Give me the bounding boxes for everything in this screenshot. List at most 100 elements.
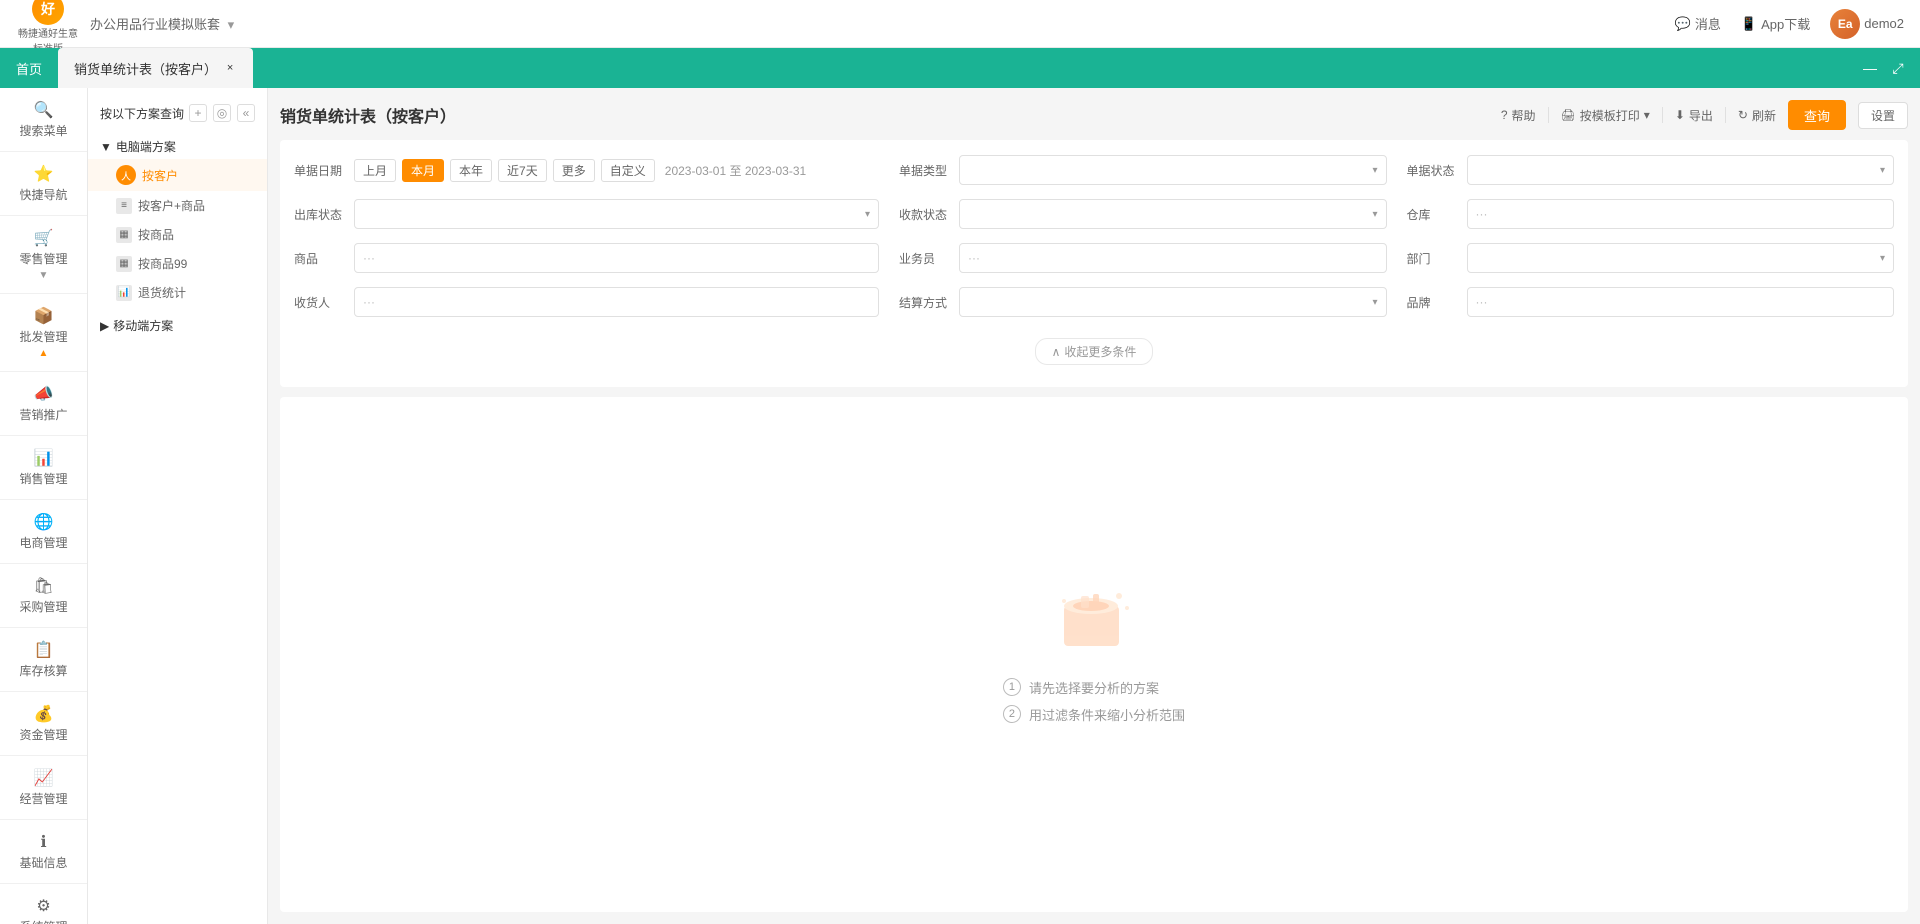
scheme-item-by-customer[interactable]: 人 按客户 (88, 159, 267, 191)
out-status-label: 出库状态 (294, 206, 354, 223)
topbar-left: 好 畅捷通好生意 标准版 办公用品行业模拟账套 ▾ (16, 0, 234, 55)
maximize-btn[interactable]: ⤢ (1888, 58, 1908, 78)
sidebar-item-wholesale[interactable]: 📦 批发管理 ▲ (0, 294, 87, 372)
sidebar-item-quick-nav[interactable]: ⭐ 快捷导航 (0, 152, 87, 216)
department-field: 部门 ▾ (1407, 242, 1895, 274)
payment-status-select[interactable]: ▾ (959, 199, 1387, 229)
date-7days-btn[interactable]: 近7天 (498, 159, 547, 182)
sidebar-item-base-info[interactable]: ℹ 基础信息 (0, 820, 87, 884)
topbar: 好 畅捷通好生意 标准版 办公用品行业模拟账套 ▾ 💬 消息 📱 App下载 E… (0, 0, 1920, 48)
sidebar-item-sales[interactable]: 📊 销售管理 (0, 436, 87, 500)
date-this-year-btn[interactable]: 本年 (450, 159, 492, 182)
warehouse-label: 仓库 (1407, 206, 1467, 223)
payment-status-field: 收款状态 ▾ (899, 198, 1387, 230)
scheme-item-return-stats[interactable]: 📊 退货统计 (88, 278, 267, 307)
retail-icon: 🛒 (0, 228, 87, 248)
page-title: 销货单统计表（按客户） (280, 103, 456, 127)
sys-icon: ⚙ (0, 896, 87, 916)
window-controls: — ⤢ (1860, 58, 1920, 78)
sidebar-item-label: 基础信息 (0, 854, 87, 871)
filter-row-2: 出库状态 ▾ 收款状态 ▾ (294, 198, 1894, 230)
sidebar-item-search-menu[interactable]: 🔍 搜索菜单 (0, 88, 87, 152)
collapse-panel-btn[interactable]: « (237, 104, 255, 122)
brand-select[interactable]: ··· (1467, 287, 1895, 317)
message-btn[interactable]: 💬 消息 (1675, 14, 1721, 33)
doc-status-select[interactable]: ▾ (1467, 155, 1895, 185)
warehouse-field: 仓库 ··· (1407, 198, 1895, 230)
by-goods-99-icon: ▦ (116, 256, 132, 272)
sidebar-item-sys[interactable]: ⚙ 系统管理 (0, 884, 87, 924)
minimize-btn[interactable]: — (1860, 58, 1880, 78)
step-1-num: 1 (1003, 678, 1021, 696)
date-more-btn[interactable]: 更多 (553, 159, 595, 182)
collapse-btn[interactable]: ∧ 收起更多条件 (1035, 338, 1154, 365)
salesperson-field: 业务员 ··· (899, 242, 1387, 274)
marketing-icon: 📣 (0, 384, 87, 404)
pc-scheme-group-title[interactable]: ▼ 电脑端方案 (88, 134, 267, 159)
sidebar-item-label: 资金管理 (0, 726, 87, 743)
sidebar-item-ecom[interactable]: 🌐 电商管理 (0, 500, 87, 564)
sidebar-item-label: 零售管理 (0, 250, 87, 267)
goods-select[interactable]: ··· (354, 243, 879, 273)
department-select[interactable]: ▾ (1467, 243, 1895, 273)
date-this-month-btn[interactable]: 本月 (402, 159, 444, 182)
date-custom-btn[interactable]: 自定义 (601, 159, 655, 182)
tab-home[interactable]: 首页 (0, 48, 58, 88)
sidebar-item-inventory[interactable]: 📋 库存核算 (0, 628, 87, 692)
sidebar: 🔍 搜索菜单 ⭐ 快捷导航 🛒 零售管理 ▼ 📦 批发管理 ▲ 📣 营销推广 📊… (0, 88, 88, 924)
recipient-select[interactable]: ··· (354, 287, 879, 317)
sidebar-item-operation[interactable]: 📈 经营管理 (0, 756, 87, 820)
settlement-field: 结算方式 ▾ (899, 286, 1387, 318)
settings-scheme-btn[interactable]: ◎ (213, 104, 231, 122)
add-scheme-btn[interactable]: + (189, 104, 207, 122)
salesperson-select[interactable]: ··· (959, 243, 1387, 273)
scheme-item-by-customer-goods[interactable]: ≡ 按客户+商品 (88, 191, 267, 220)
operation-icon: 📈 (0, 768, 87, 788)
department-label: 部门 (1407, 250, 1467, 267)
mobile-scheme-group-title[interactable]: ▶ 移动端方案 (88, 313, 267, 338)
brand-field: 品牌 ··· (1407, 286, 1895, 318)
app-title: 办公用品行业模拟账套 ▾ (90, 14, 234, 33)
sidebar-item-purchase[interactable]: 🛍 采购管理 (0, 564, 87, 628)
divider1 (1548, 107, 1549, 123)
settlement-select[interactable]: ▾ (959, 287, 1387, 317)
warehouse-select[interactable]: ··· (1467, 199, 1895, 229)
scheme-item-by-goods-99[interactable]: ▦ 按商品99 (88, 249, 267, 278)
sidebar-item-label: 批发管理 (0, 328, 87, 345)
date-last-month-btn[interactable]: 上月 (354, 159, 396, 182)
app-download-btn[interactable]: 📱 App下载 (1741, 14, 1810, 33)
tab-close-icon[interactable]: × (223, 61, 237, 75)
template-print-btn[interactable]: 🖨 按模板打印 ▾ (1561, 107, 1650, 124)
user-area[interactable]: Ea demo2 (1830, 9, 1904, 39)
template-print-dropdown-icon: ▾ (1644, 108, 1650, 122)
main-content: 销货单统计表（按客户） ? 帮助 🖨 按模板打印 ▾ ⬇ (268, 88, 1920, 924)
wholesale-icon: 📦 (0, 306, 87, 326)
sidebar-item-finance[interactable]: 💰 资金管理 (0, 692, 87, 756)
scheme-item-by-goods[interactable]: ▦ 按商品 (88, 220, 267, 249)
by-customer-goods-icon: ≡ (116, 198, 132, 214)
query-btn[interactable]: 查询 (1788, 100, 1846, 130)
filter-form: 单据日期 上月 本月 本年 近7天 更多 自定义 2023-03-01 至 20… (280, 140, 1908, 387)
sidebar-item-label: 经营管理 (0, 790, 87, 807)
sidebar-item-label: 快捷导航 (0, 186, 87, 203)
search-menu-icon: 🔍 (0, 100, 87, 120)
goods-field: 商品 ··· (294, 242, 879, 274)
topbar-right: 💬 消息 📱 App下载 Ea demo2 (1675, 9, 1904, 39)
message-icon: 💬 (1675, 16, 1691, 32)
type-select[interactable]: ▾ (959, 155, 1387, 185)
refresh-btn[interactable]: ↻ 刷新 (1738, 107, 1776, 124)
out-status-select[interactable]: ▾ (354, 199, 879, 229)
sidebar-item-retail[interactable]: 🛒 零售管理 ▼ (0, 216, 87, 294)
settlement-dropdown-icon: ▾ (1372, 297, 1377, 308)
department-dropdown-icon: ▾ (1880, 253, 1885, 264)
brand-label: 品牌 (1407, 294, 1467, 311)
filter-row-1: 单据日期 上月 本月 本年 近7天 更多 自定义 2023-03-01 至 20… (294, 154, 1894, 186)
tab-sales-stats[interactable]: 销货单统计表（按客户） × (58, 48, 253, 88)
sidebar-item-marketing[interactable]: 📣 营销推广 (0, 372, 87, 436)
settings-btn[interactable]: 设置 (1858, 102, 1908, 129)
help-btn[interactable]: ? 帮助 (1501, 107, 1536, 124)
base-info-icon: ℹ (0, 832, 87, 852)
empty-illustration (1049, 586, 1139, 666)
export-btn[interactable]: ⬇ 导出 (1675, 107, 1713, 124)
date-selector: 上月 本月 本年 近7天 更多 自定义 2023-03-01 至 2023-03… (354, 159, 806, 182)
